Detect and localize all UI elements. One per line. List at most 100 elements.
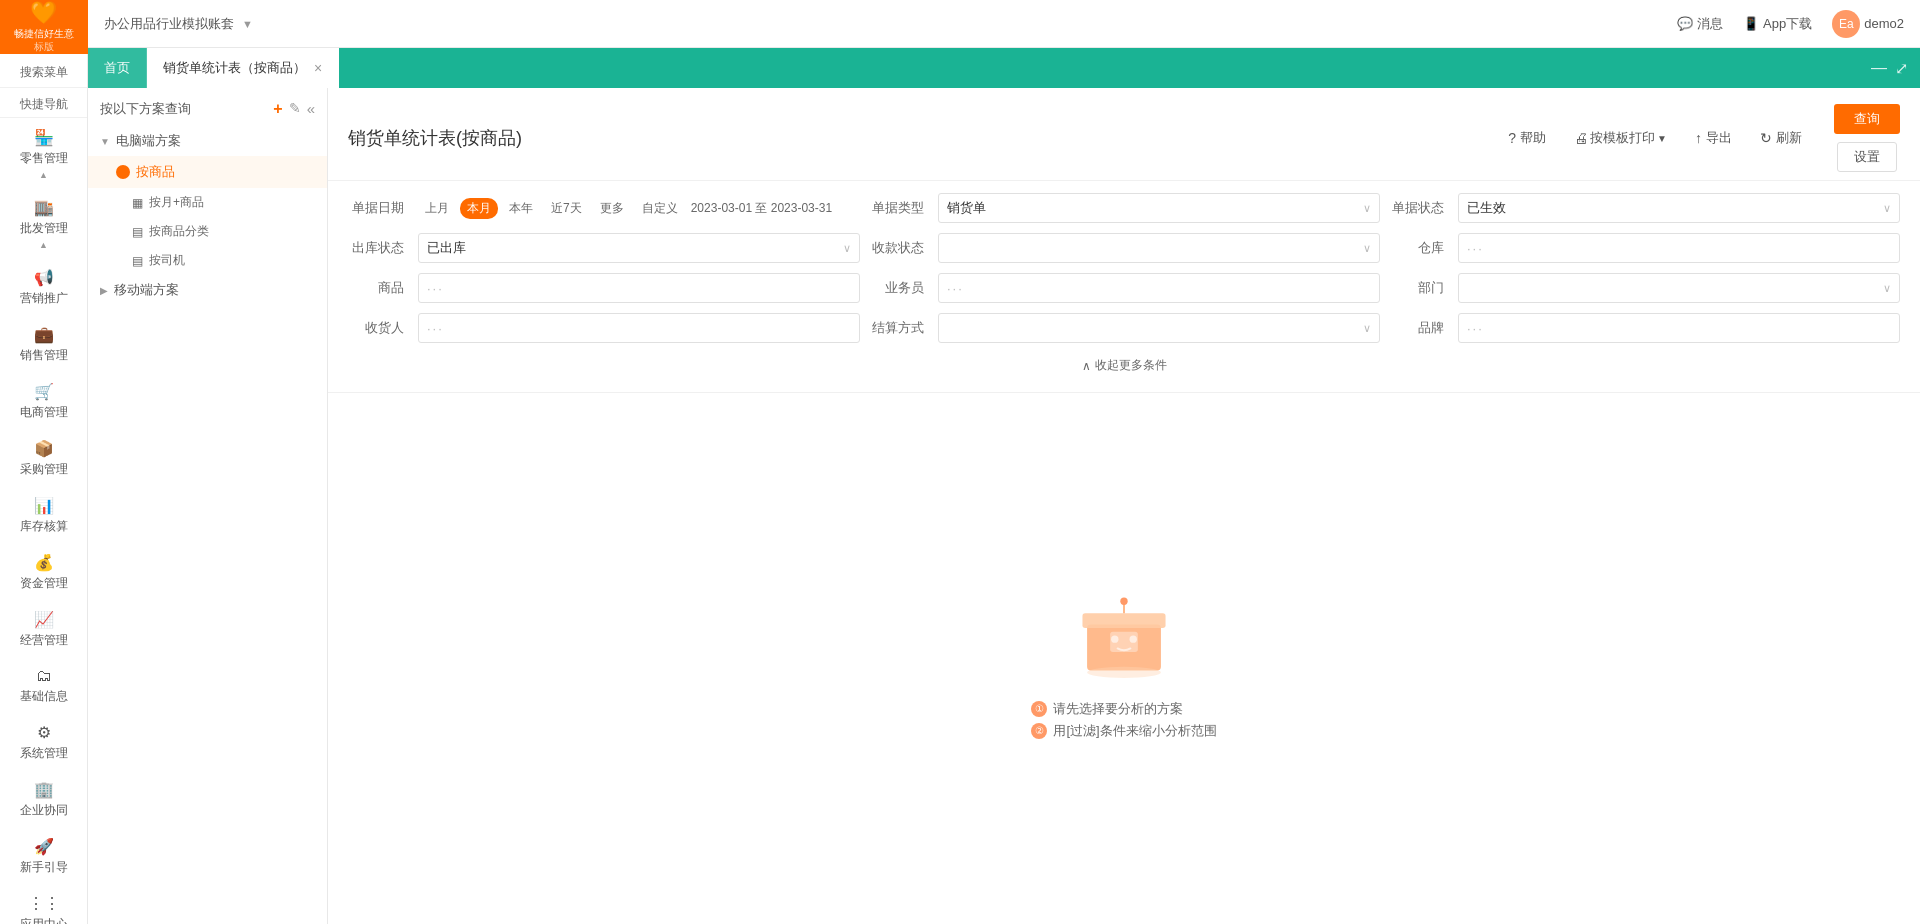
settings-button[interactable]: 设置 [1837,142,1897,172]
date-tab-custom[interactable]: 自定义 [635,198,685,219]
print-label: 按模板打印 [1590,129,1655,147]
tab-home[interactable]: 首页 [88,48,147,88]
scheme-item-by-category[interactable]: ▤ 按商品分类 [88,217,327,246]
sidebar-item-enterprise[interactable]: 🏢 企业协同 [0,770,87,827]
empty-text-line1: 请先选择要分析的方案 [1053,700,1183,718]
recipient-input[interactable]: ··· [418,313,860,343]
header-actions: 💬 消息 📱 App下载 Ea demo2 [1677,10,1904,38]
scheme-item-by-month-product[interactable]: ▦ 按月+商品 [88,188,327,217]
ecommerce-icon: 🛒 [34,382,54,401]
tab-close-icon[interactable]: × [314,60,322,76]
by-category-label: 按商品分类 [149,223,209,240]
product-input[interactable]: ··· [418,273,860,303]
query-button[interactable]: 查询 [1834,104,1900,134]
scheme-item-by-product[interactable]: 按商品 [88,156,327,188]
app-logo[interactable]: 🧡 畅捷信好生意 标版 [0,0,88,54]
settlement-dropdown[interactable]: ∨ [938,313,1380,343]
help-button[interactable]: ? 帮助 [1500,125,1554,151]
product-filter-cell: 商品 ··· [348,273,860,303]
svg-point-3 [1111,635,1118,642]
date-tab-7days[interactable]: 近7天 [544,198,589,219]
sidebar-item-basic-label: 基础信息 [20,688,68,705]
edit-scheme-icon[interactable]: ✎ [289,100,301,118]
export-button[interactable]: ↑ 导出 [1687,125,1740,151]
sidebar-item-ecommerce-label: 电商管理 [20,404,68,421]
date-range: 2023-03-01 至 2023-03-31 [691,200,832,217]
salesperson-input[interactable]: ··· [938,273,1380,303]
date-tab-more[interactable]: 更多 [593,198,631,219]
sidebar-item-finance-label: 资金管理 [20,575,68,592]
page-actions: ? 帮助 🖨 按模板打印 ▼ ↑ 导出 ↻ 刷新 [1500,104,1900,172]
brand-input[interactable]: ··· [1458,313,1900,343]
sidebar-item-retail[interactable]: 🏪 零售管理 ▲ [0,118,87,188]
sidebar-item-inventory[interactable]: 📊 库存核算 [0,486,87,543]
operations-icon: 📈 [34,610,54,629]
svg-point-4 [1130,635,1137,642]
app-download-action[interactable]: 📱 App下载 [1743,15,1812,33]
enterprise-icon: 🏢 [34,780,54,799]
logo-icon: 🧡 [30,0,57,26]
by-category-icon: ▤ [132,225,143,239]
main-area: 办公用品行业模拟账套 ▼ 💬 消息 📱 App下载 Ea demo2 首页 销货… [88,0,1920,924]
left-panel-actions: + ✎ « [273,100,315,118]
sidebar-item-sales[interactable]: 💼 销售管理 [0,315,87,372]
doc-type-dropdown[interactable]: 销货单 ∨ [938,193,1380,223]
num1-icon: ① [1031,701,1047,717]
message-action[interactable]: 💬 消息 [1677,15,1723,33]
quick-nav[interactable]: 快捷导航 [0,88,87,118]
doc-type-value: 销货单 [947,199,1363,217]
sidebar-item-wholesale[interactable]: 🏬 批发管理 ▲ [0,188,87,258]
sidebar-item-ecommerce[interactable]: 🛒 电商管理 [0,372,87,429]
user-action[interactable]: Ea demo2 [1832,10,1904,38]
scheme-item-by-cashier[interactable]: ▤ 按司机 [88,246,327,275]
sidebar-item-marketing[interactable]: 📢 营销推广 [0,258,87,315]
brand-filter-cell: 品牌 ··· [1388,313,1900,343]
date-tab-this-year[interactable]: 本年 [502,198,540,219]
tab-active-label: 销货单统计表（按商品） [163,59,306,77]
tab-minimize-icon[interactable]: — [1871,59,1887,77]
retail-icon: 🏪 [34,128,54,147]
print-button[interactable]: 🖨 按模板打印 ▼ [1566,125,1675,151]
warehouse-dots: ··· [1467,241,1484,256]
out-status-dropdown[interactable]: 已出库 ∨ [418,233,860,263]
warehouse-input[interactable]: ··· [1458,233,1900,263]
search-menu[interactable]: 搜索菜单 [0,54,87,88]
sales-icon: 💼 [34,325,54,344]
empty-illustration [1064,574,1184,684]
sidebar-item-apps-label: 应用中心 [20,916,68,924]
marketing-icon: 📢 [34,268,54,287]
collapse-icon: ∧ [1082,359,1091,373]
tab-maximize-icon[interactable]: ⤢ [1895,59,1908,78]
refresh-button[interactable]: ↻ 刷新 [1752,125,1810,151]
sidebar-item-finance[interactable]: 💰 资金管理 [0,543,87,600]
sidebar-item-operations-label: 经营管理 [20,632,68,649]
department-dropdown[interactable]: ∨ [1458,273,1900,303]
svg-point-6 [1120,597,1127,604]
tab-active[interactable]: 销货单统计表（按商品） × [147,48,339,88]
sidebar-item-apps[interactable]: ⋮⋮ 应用中心 [0,884,87,924]
tab-bar-actions: — ⤢ [1859,48,1920,88]
doc-type-label: 单据类型 [868,199,924,217]
desktop-scheme-group: ▼ 电脑端方案 按商品 ▦ 按月+商品 ▤ 按商品分类 ▤ 按司机 [88,126,327,275]
sidebar-item-system[interactable]: ⚙ 系统管理 [0,713,87,770]
sidebar-item-guide[interactable]: 🚀 新手引导 [0,827,87,884]
sidebar-item-operations[interactable]: 📈 经营管理 [0,600,87,657]
mobile-group-header[interactable]: ▶ 移动端方案 [88,275,327,305]
collection-dropdown[interactable]: ∨ [938,233,1380,263]
guide-icon: 🚀 [34,837,54,856]
collapse-panel-icon[interactable]: « [307,100,315,118]
by-product-active-icon [116,165,130,179]
add-scheme-icon[interactable]: + [273,100,282,118]
sidebar-item-purchase[interactable]: 📦 采购管理 [0,429,87,486]
desktop-group-header[interactable]: ▼ 电脑端方案 [88,126,327,156]
workspace-selector[interactable]: 办公用品行业模拟账套 ▼ [104,15,253,33]
sidebar-item-sales-label: 销售管理 [20,347,68,364]
date-tab-this-month[interactable]: 本月 [460,198,498,219]
mobile-group-label: 移动端方案 [114,281,315,299]
sidebar-item-basic[interactable]: 🗂 基础信息 [0,657,87,713]
date-tab-last-month[interactable]: 上月 [418,198,456,219]
print-icon: 🖨 [1574,130,1588,146]
refresh-label: 刷新 [1776,129,1802,147]
doc-status-dropdown[interactable]: 已生效 ∨ [1458,193,1900,223]
collapse-filters-button[interactable]: ∧ 收起更多条件 [348,351,1900,380]
